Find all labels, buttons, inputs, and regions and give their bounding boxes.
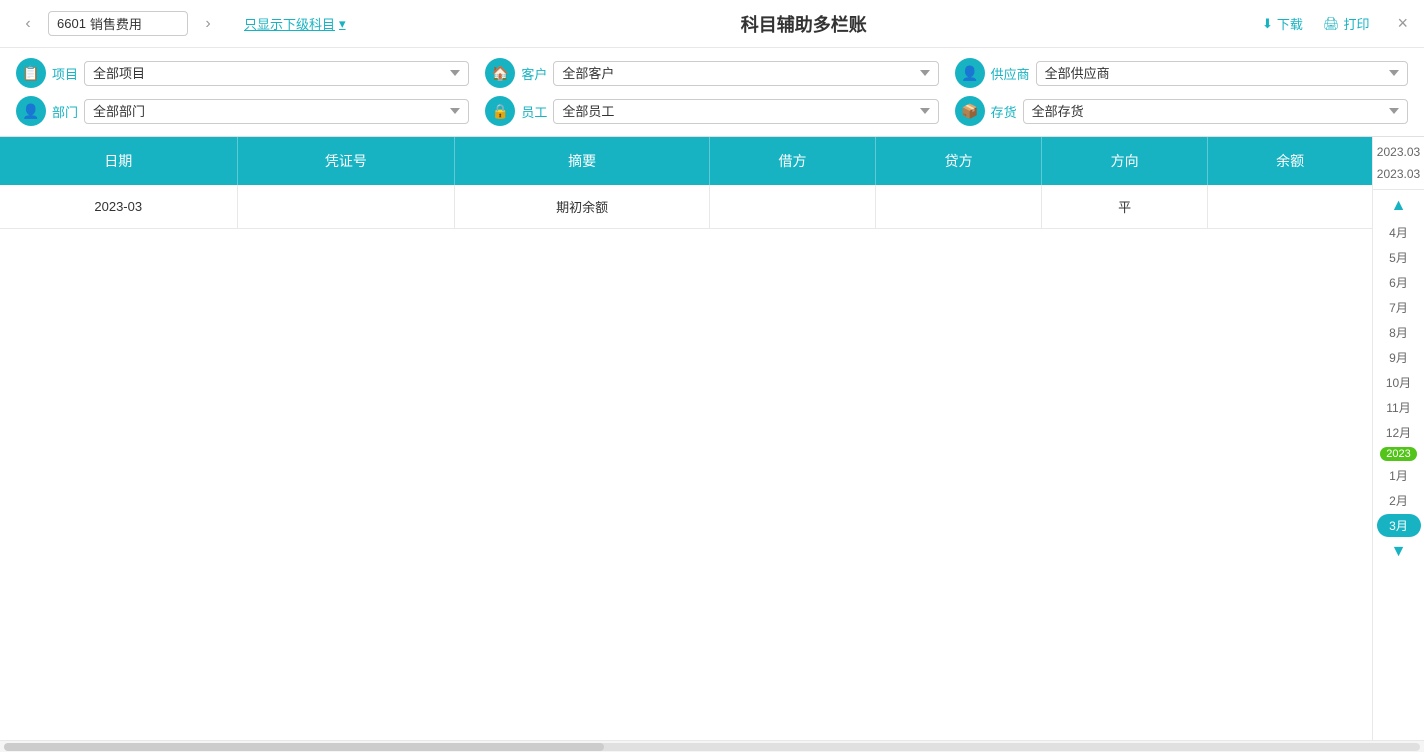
- table-header-row: 日期 凭证号 摘要 借方 贷方 方向 余额: [0, 137, 1372, 185]
- supplier-label: 供应商: [991, 64, 1030, 83]
- col-date: 日期: [0, 137, 237, 185]
- filter-supplier: 👤 供应商 全部供应商: [955, 58, 1408, 88]
- cell-summary: 期初余额: [455, 185, 710, 229]
- main-window: ‹ 6601 销售费用 › 只显示下级科目 ▾ 科目辅助多栏账 ⬇ 下载 🖨 打…: [0, 0, 1424, 752]
- cell-balance: [1208, 185, 1372, 229]
- download-button[interactable]: ⬇ 下载: [1262, 14, 1303, 33]
- inventory-select[interactable]: 全部存货: [1023, 99, 1408, 124]
- col-credit: 贷方: [876, 137, 1042, 185]
- page-title: 科目辅助多栏账: [741, 11, 867, 37]
- scrollbar-thumb[interactable]: [4, 743, 604, 751]
- sidebar-month-10[interactable]: 10月: [1377, 371, 1421, 394]
- show-sublevel-toggle[interactable]: 只显示下级科目 ▾: [244, 14, 346, 33]
- filter-row-2: 👤 部门 全部部门 🔒 员工 全部员工 📦 存货 全部存货: [16, 96, 1408, 126]
- filter-row-1: 📋 项目 全部项目 🏠 客户 全部客户 👤 供应商 全部供应商: [16, 58, 1408, 88]
- inventory-icon: 📦: [955, 96, 985, 126]
- employee-label: 员工: [521, 102, 547, 121]
- department-select[interactable]: 全部部门: [84, 99, 469, 124]
- show-sublevel-label: 只显示下级科目: [244, 14, 335, 33]
- col-voucher: 凭证号: [237, 137, 455, 185]
- right-sidebar: 2023.03 2023.03 ▲ 4月 5月 6月 7月 8月 9月 10月 …: [1372, 137, 1424, 740]
- project-icon: 📋: [16, 58, 46, 88]
- account-name-text: 销售费用: [90, 14, 142, 33]
- download-icon: ⬇: [1262, 16, 1273, 32]
- print-button[interactable]: 🖨 打印: [1323, 14, 1370, 33]
- account-code-text: 6601: [57, 16, 86, 31]
- table-area: 日期 凭证号 摘要 借方 贷方 方向 余额 2023-03 期初余额 平: [0, 137, 1424, 740]
- customer-label: 客户: [521, 64, 547, 83]
- table-row: 2023-03 期初余额 平: [0, 185, 1372, 229]
- project-label: 项目: [52, 64, 78, 83]
- data-table: 日期 凭证号 摘要 借方 贷方 方向 余额 2023-03 期初余额 平: [0, 137, 1372, 229]
- chevron-down-icon: ▾: [339, 16, 346, 32]
- titlebar-left: ‹ 6601 销售费用 › 只显示下级科目 ▾: [16, 11, 346, 36]
- sidebar-month-3[interactable]: 3月: [1377, 514, 1421, 537]
- sidebar-month-4[interactable]: 4月: [1377, 221, 1421, 244]
- col-summary: 摘要: [455, 137, 710, 185]
- filter-project: 📋 项目 全部项目: [16, 58, 469, 88]
- col-direction: 方向: [1042, 137, 1208, 185]
- nav-next-button[interactable]: ›: [196, 12, 220, 36]
- filter-department: 👤 部门 全部部门: [16, 96, 469, 126]
- sidebar-top-item-1[interactable]: 2023.03: [1375, 141, 1423, 163]
- sidebar-top-item-2[interactable]: 2023.03: [1375, 163, 1423, 185]
- close-button[interactable]: ×: [1397, 13, 1408, 34]
- department-label: 部门: [52, 102, 78, 121]
- cell-credit: [876, 185, 1042, 229]
- year-badge: 2023: [1380, 447, 1416, 461]
- filter-customer: 🏠 客户 全部客户: [485, 58, 938, 88]
- employee-select[interactable]: 全部员工: [553, 99, 938, 124]
- titlebar-right: ⬇ 下载 🖨 打印 ×: [1262, 13, 1408, 34]
- download-label: 下载: [1277, 14, 1303, 33]
- main-content[interactable]: 日期 凭证号 摘要 借方 贷方 方向 余额 2023-03 期初余额 平: [0, 137, 1372, 740]
- scrollbar-track: [4, 743, 1420, 751]
- nav-prev-button[interactable]: ‹: [16, 12, 40, 36]
- customer-select[interactable]: 全部客户: [553, 61, 938, 86]
- department-icon: 👤: [16, 96, 46, 126]
- filter-employee: 🔒 员工 全部员工: [485, 96, 938, 126]
- customer-icon: 🏠: [485, 58, 515, 88]
- print-label: 打印: [1343, 14, 1369, 33]
- sidebar-month-8[interactable]: 8月: [1377, 321, 1421, 344]
- sidebar-down-arrow[interactable]: ▼: [1385, 538, 1413, 566]
- filter-inventory: 📦 存货 全部存货: [955, 96, 1408, 126]
- filter-area: 📋 项目 全部项目 🏠 客户 全部客户 👤 供应商 全部供应商: [0, 48, 1424, 137]
- cell-date: 2023-03: [0, 185, 237, 229]
- sidebar-month-5[interactable]: 5月: [1377, 246, 1421, 269]
- sidebar-month-6[interactable]: 6月: [1377, 271, 1421, 294]
- table-body: 2023-03 期初余额 平: [0, 185, 1372, 229]
- sidebar-month-9[interactable]: 9月: [1377, 346, 1421, 369]
- titlebar: ‹ 6601 销售费用 › 只显示下级科目 ▾ 科目辅助多栏账 ⬇ 下载 🖨 打…: [0, 0, 1424, 48]
- cell-voucher: [237, 185, 455, 229]
- print-icon: 🖨: [1323, 16, 1340, 32]
- cell-direction: 平: [1042, 185, 1208, 229]
- sidebar-up-arrow[interactable]: ▲: [1385, 192, 1413, 220]
- sidebar-month-7[interactable]: 7月: [1377, 296, 1421, 319]
- account-code-box: 6601 销售费用: [48, 11, 188, 36]
- bottom-scrollbar[interactable]: [0, 740, 1424, 752]
- sidebar-month-11[interactable]: 11月: [1377, 396, 1421, 419]
- sidebar-top-items: 2023.03 2023.03: [1373, 141, 1424, 190]
- supplier-icon: 👤: [955, 58, 985, 88]
- sidebar-month-1[interactable]: 1月: [1377, 464, 1421, 487]
- supplier-select[interactable]: 全部供应商: [1036, 61, 1408, 86]
- col-debit: 借方: [709, 137, 875, 185]
- sidebar-month-12[interactable]: 12月: [1377, 421, 1421, 444]
- sidebar-month-2[interactable]: 2月: [1377, 489, 1421, 512]
- project-select[interactable]: 全部项目: [84, 61, 469, 86]
- col-balance: 余额: [1208, 137, 1372, 185]
- inventory-label: 存货: [991, 102, 1017, 121]
- employee-icon: 🔒: [485, 96, 515, 126]
- cell-debit: [709, 185, 875, 229]
